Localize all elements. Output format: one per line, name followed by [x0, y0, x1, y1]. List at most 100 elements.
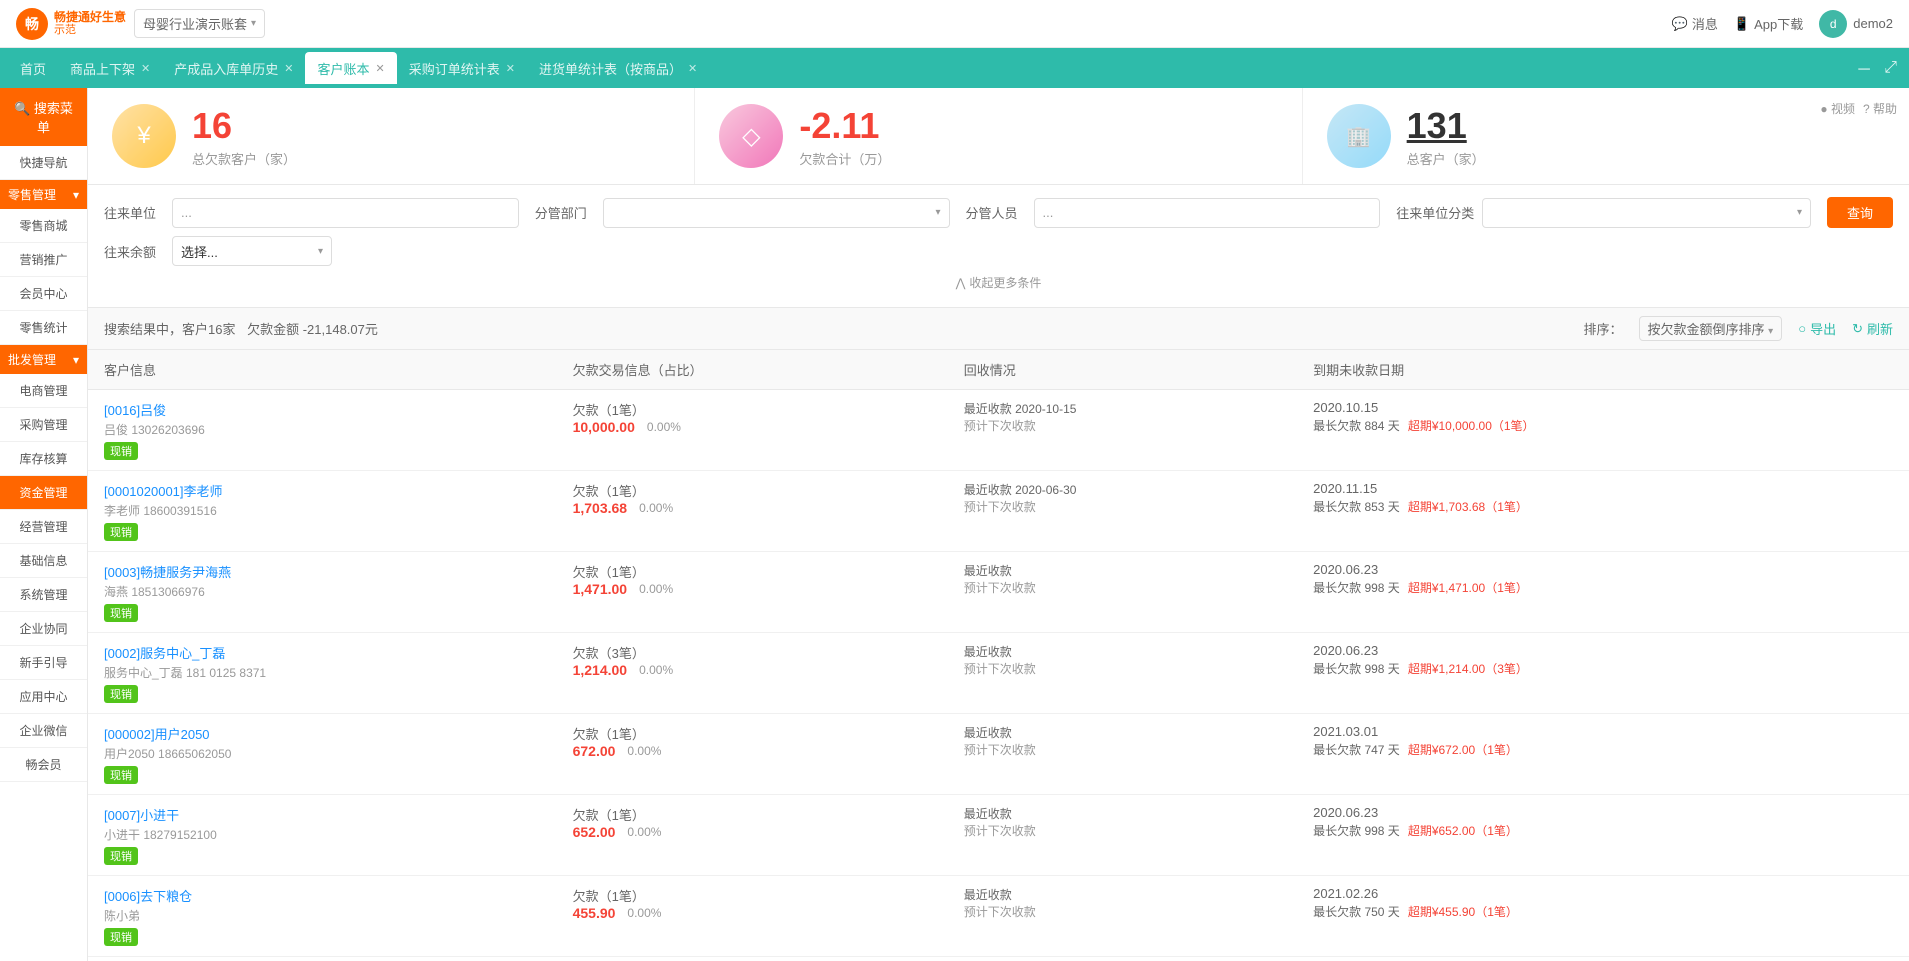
sort-selector[interactable]: 按欠款金额倒序排序 ▾	[1639, 316, 1783, 341]
sidebar-item-finance[interactable]: 资金管理	[0, 476, 87, 510]
sidebar-item-member[interactable]: 会员中心	[0, 277, 87, 311]
tab-customer-account-close[interactable]: ✕	[376, 62, 385, 75]
sidebar-quick-nav[interactable]: 快捷导航	[0, 146, 87, 180]
expire-overdue-5[interactable]: 超期¥652.00（1笔）	[1408, 822, 1518, 839]
tab-product-history-close[interactable]: ✕	[284, 62, 293, 75]
debt-count-3: 欠款（3笔）	[573, 643, 932, 662]
sidebar-item-retail-mgmt[interactable]: 零售管理 ▾	[0, 180, 87, 209]
app-download-btn[interactable]: 📱 App下载	[1734, 14, 1803, 33]
refresh-icon: ↻	[1852, 321, 1863, 337]
expire-overdue-1[interactable]: 超期¥1,703.68（1笔）	[1408, 498, 1528, 515]
customer-name-2[interactable]: [0003]畅捷服务尹海燕	[104, 562, 541, 581]
customer-tag-3: 现销	[104, 685, 138, 703]
sidebar-item-system[interactable]: 系统管理	[0, 578, 87, 612]
tab-maximize-icon[interactable]: ⤢	[1880, 59, 1901, 77]
sidebar-item-new-guide[interactable]: 新手引导	[0, 646, 87, 680]
tab-minimize-icon[interactable]: －	[1852, 56, 1876, 80]
sidebar-item-basic-info[interactable]: 基础信息	[0, 544, 87, 578]
tab-product-list[interactable]: 商品上下架 ✕	[58, 52, 162, 84]
tab-product-history[interactable]: 产成品入库单历史 ✕	[162, 52, 305, 84]
stats-bar: ¥ 16 总欠款客户（家） ◇ -2.11 欠款合计（万） 🏢 131 总客户（…	[88, 88, 1909, 185]
cell-customer-0: [0016]吕俊 吕俊 13026203696 现销	[88, 390, 557, 471]
chevron-down-icon: ▾	[251, 18, 256, 29]
video-btn[interactable]: ● 视频	[1820, 100, 1855, 117]
sidebar-item-operation[interactable]: 经营管理	[0, 510, 87, 544]
user-area[interactable]: d demo2	[1819, 10, 1893, 38]
export-icon: ○	[1798, 321, 1806, 336]
customer-tag-4: 现销	[104, 766, 138, 784]
expire-overdue-4[interactable]: 超期¥672.00（1笔）	[1408, 741, 1518, 758]
expire-overdue-2[interactable]: 超期¥1,471.00（1笔）	[1408, 579, 1528, 596]
expire-overdue-3[interactable]: 超期¥1,214.00（3笔）	[1408, 660, 1528, 677]
source-unit-label: 往来单位	[104, 203, 164, 222]
brand-name: 畅捷通好生意	[54, 10, 126, 24]
source-unit-input[interactable]: ...	[172, 198, 519, 228]
person-input[interactable]: ...	[1034, 198, 1381, 228]
cell-repay-3: 最近收款 预计下次收款	[948, 633, 1297, 714]
expire-days-2: 最长欠款 998 天	[1313, 579, 1400, 596]
sidebar-search[interactable]: 🔍 搜索菜单	[0, 88, 87, 146]
col-debt-info: 欠款交易信息（占比）	[557, 350, 948, 390]
customer-name-6[interactable]: [0006]去下粮仓	[104, 886, 541, 905]
customer-phone-4: 用户2050 18665062050	[104, 745, 541, 762]
refresh-btn[interactable]: ↻ 刷新	[1852, 319, 1893, 338]
dept-label: 分管部门	[535, 203, 595, 222]
debt-amount-0: 10,000.00	[573, 419, 635, 435]
sidebar-item-app-center[interactable]: 应用中心	[0, 680, 87, 714]
balance-select[interactable]: 选择... ▾	[172, 236, 332, 266]
sidebar-item-retail-stats[interactable]: 零售统计	[0, 311, 87, 345]
stat-info-2: -2.11 欠款合计（万）	[799, 105, 890, 168]
customer-phone-5: 小进干 18279152100	[104, 826, 541, 843]
sidebar-item-marketing[interactable]: 营销推广	[0, 243, 87, 277]
balance-value: 选择...	[181, 242, 218, 261]
customer-name-3[interactable]: [0002]服务中心_丁磊	[104, 643, 541, 662]
expire-days-0: 最长欠款 884 天	[1313, 417, 1400, 434]
sidebar-item-purchase[interactable]: 采购管理	[0, 408, 87, 442]
expire-date-3: 2020.06.23	[1313, 643, 1893, 658]
sidebar-item-inventory[interactable]: 库存核算	[0, 442, 87, 476]
repay-next-4: 预计下次收款	[964, 741, 1281, 758]
sidebar-item-ecommerce[interactable]: 电商管理	[0, 374, 87, 408]
customer-name-4[interactable]: [000002]用户2050	[104, 724, 541, 743]
tab-purchase-stat-close[interactable]: ✕	[506, 62, 515, 75]
store-selector[interactable]: 母婴行业演示账套 ▾	[134, 9, 265, 38]
help-btn[interactable]: ? 帮助	[1863, 100, 1897, 117]
sidebar-item-retail-mall[interactable]: 零售商城	[0, 209, 87, 243]
search-button[interactable]: 查询	[1827, 197, 1893, 228]
debt-count-5: 欠款（1笔）	[573, 805, 932, 824]
cell-repay-5: 最近收款 预计下次收款	[948, 795, 1297, 876]
customer-name-0[interactable]: [0016]吕俊	[104, 400, 541, 419]
customer-table: 客户信息 欠款交易信息（占比） 回收情况 到期未收款日期 [0016]吕俊 吕俊…	[88, 350, 1909, 961]
sidebar-item-enterprise-wechat[interactable]: 企业微信	[0, 714, 87, 748]
customer-name-5[interactable]: [0007]小进干	[104, 805, 541, 824]
tab-home[interactable]: 首页	[8, 52, 58, 84]
expire-overdue-0[interactable]: 超期¥10,000.00（1笔）	[1408, 417, 1535, 434]
debt-ratio-2: 0.00%	[639, 582, 673, 596]
person-label: 分管人员	[966, 203, 1026, 222]
tab-inbound-stat-close[interactable]: ✕	[688, 62, 697, 75]
tab-customer-account[interactable]: 客户账本 ✕	[305, 52, 396, 84]
repay-latest-3: 最近收款	[964, 643, 1281, 660]
cell-debt-5: 欠款（1笔） 652.00 0.00%	[557, 795, 948, 876]
export-btn[interactable]: ○ 导出	[1798, 319, 1836, 338]
customer-name-1[interactable]: [0001020001]李老师	[104, 481, 541, 500]
source-category-select[interactable]: ▾	[1482, 198, 1811, 228]
sidebar-search-label: 搜索菜单	[34, 101, 73, 135]
table-row: [000001]黄思源 黄思源 13552700226 现销 欠款（1笔） 42…	[88, 957, 1909, 961]
result-actions: 排序： 按欠款金额倒序排序 ▾ ○ 导出 ↻ 刷新	[1584, 316, 1893, 341]
sidebar-item-free-member[interactable]: 畅会员	[0, 748, 87, 782]
tab-inbound-stat[interactable]: 进货单统计表（按商品） ✕	[527, 52, 709, 84]
collapse-filter-btn[interactable]: ⋀ 收起更多条件	[956, 270, 1042, 295]
sidebar-item-batch-mgmt[interactable]: 批发管理 ▾	[0, 345, 87, 374]
message-btn[interactable]: 💬 消息	[1672, 14, 1718, 33]
customer-phone-0: 吕俊 13026203696	[104, 421, 541, 438]
dept-select[interactable]: ▾	[603, 198, 950, 228]
tab-purchase-stat[interactable]: 采购订单统计表 ✕	[397, 52, 527, 84]
tab-product-list-close[interactable]: ✕	[141, 62, 150, 75]
phone-icon: 📱	[1734, 16, 1750, 32]
sidebar-item-enterprise-collab[interactable]: 企业协同	[0, 612, 87, 646]
expire-date-2: 2020.06.23	[1313, 562, 1893, 577]
chevron-down-icon: ▾	[73, 188, 79, 202]
debt-ratio-4: 0.00%	[627, 744, 661, 758]
expire-overdue-6[interactable]: 超期¥455.90（1笔）	[1408, 903, 1518, 920]
